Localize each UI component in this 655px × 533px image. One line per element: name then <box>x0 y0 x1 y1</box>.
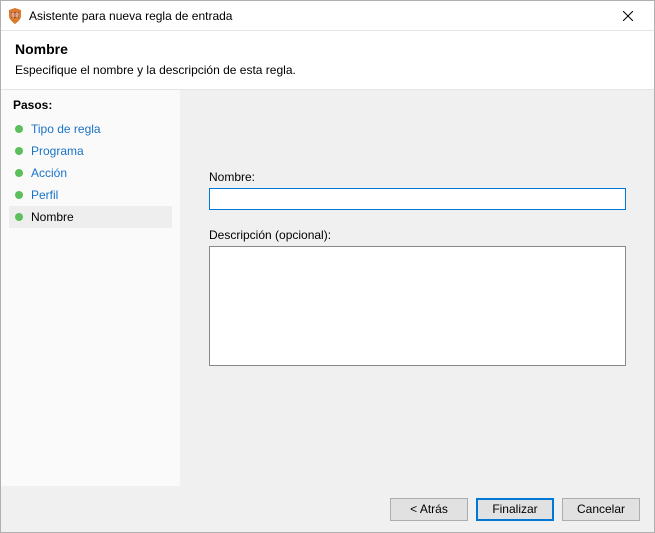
wizard-header: Nombre Especifique el nombre y la descri… <box>1 31 654 89</box>
page-subtitle: Especifique el nombre y la descripción d… <box>15 63 640 77</box>
wizard-content: Nombre: Descripción (opcional): <box>181 90 654 486</box>
name-label: Nombre: <box>209 170 626 184</box>
step-bullet-icon <box>15 147 23 155</box>
step-bullet-icon <box>15 169 23 177</box>
step-bullet-icon <box>15 213 23 221</box>
wizard-footer: < Atrás Finalizar Cancelar <box>1 486 654 532</box>
wizard-window: Asistente para nueva regla de entrada No… <box>0 0 655 533</box>
close-button[interactable] <box>608 1 648 31</box>
step-tipo-de-regla[interactable]: Tipo de regla <box>9 118 172 140</box>
step-label: Nombre <box>31 210 74 224</box>
step-nombre[interactable]: Nombre <box>9 206 172 228</box>
page-heading: Nombre <box>15 41 640 57</box>
description-label: Descripción (opcional): <box>209 228 626 242</box>
step-bullet-icon <box>15 125 23 133</box>
cancel-button[interactable]: Cancelar <box>562 498 640 521</box>
finish-button[interactable]: Finalizar <box>476 498 554 521</box>
back-button[interactable]: < Atrás <box>390 498 468 521</box>
close-icon <box>623 11 633 21</box>
window-title: Asistente para nueva regla de entrada <box>29 9 608 23</box>
step-label: Programa <box>31 144 84 158</box>
step-label: Perfil <box>31 188 58 202</box>
wizard-body: Pasos: Tipo de regla Programa Acción Per… <box>1 89 654 486</box>
firewall-icon <box>7 8 23 24</box>
step-label: Tipo de regla <box>31 122 101 136</box>
steps-sidebar: Pasos: Tipo de regla Programa Acción Per… <box>1 90 181 486</box>
titlebar: Asistente para nueva regla de entrada <box>1 1 654 31</box>
name-input[interactable] <box>209 188 626 210</box>
description-input[interactable] <box>209 246 626 366</box>
steps-heading: Pasos: <box>9 96 172 118</box>
step-programa[interactable]: Programa <box>9 140 172 162</box>
step-perfil[interactable]: Perfil <box>9 184 172 206</box>
step-bullet-icon <box>15 191 23 199</box>
step-label: Acción <box>31 166 67 180</box>
step-accion[interactable]: Acción <box>9 162 172 184</box>
